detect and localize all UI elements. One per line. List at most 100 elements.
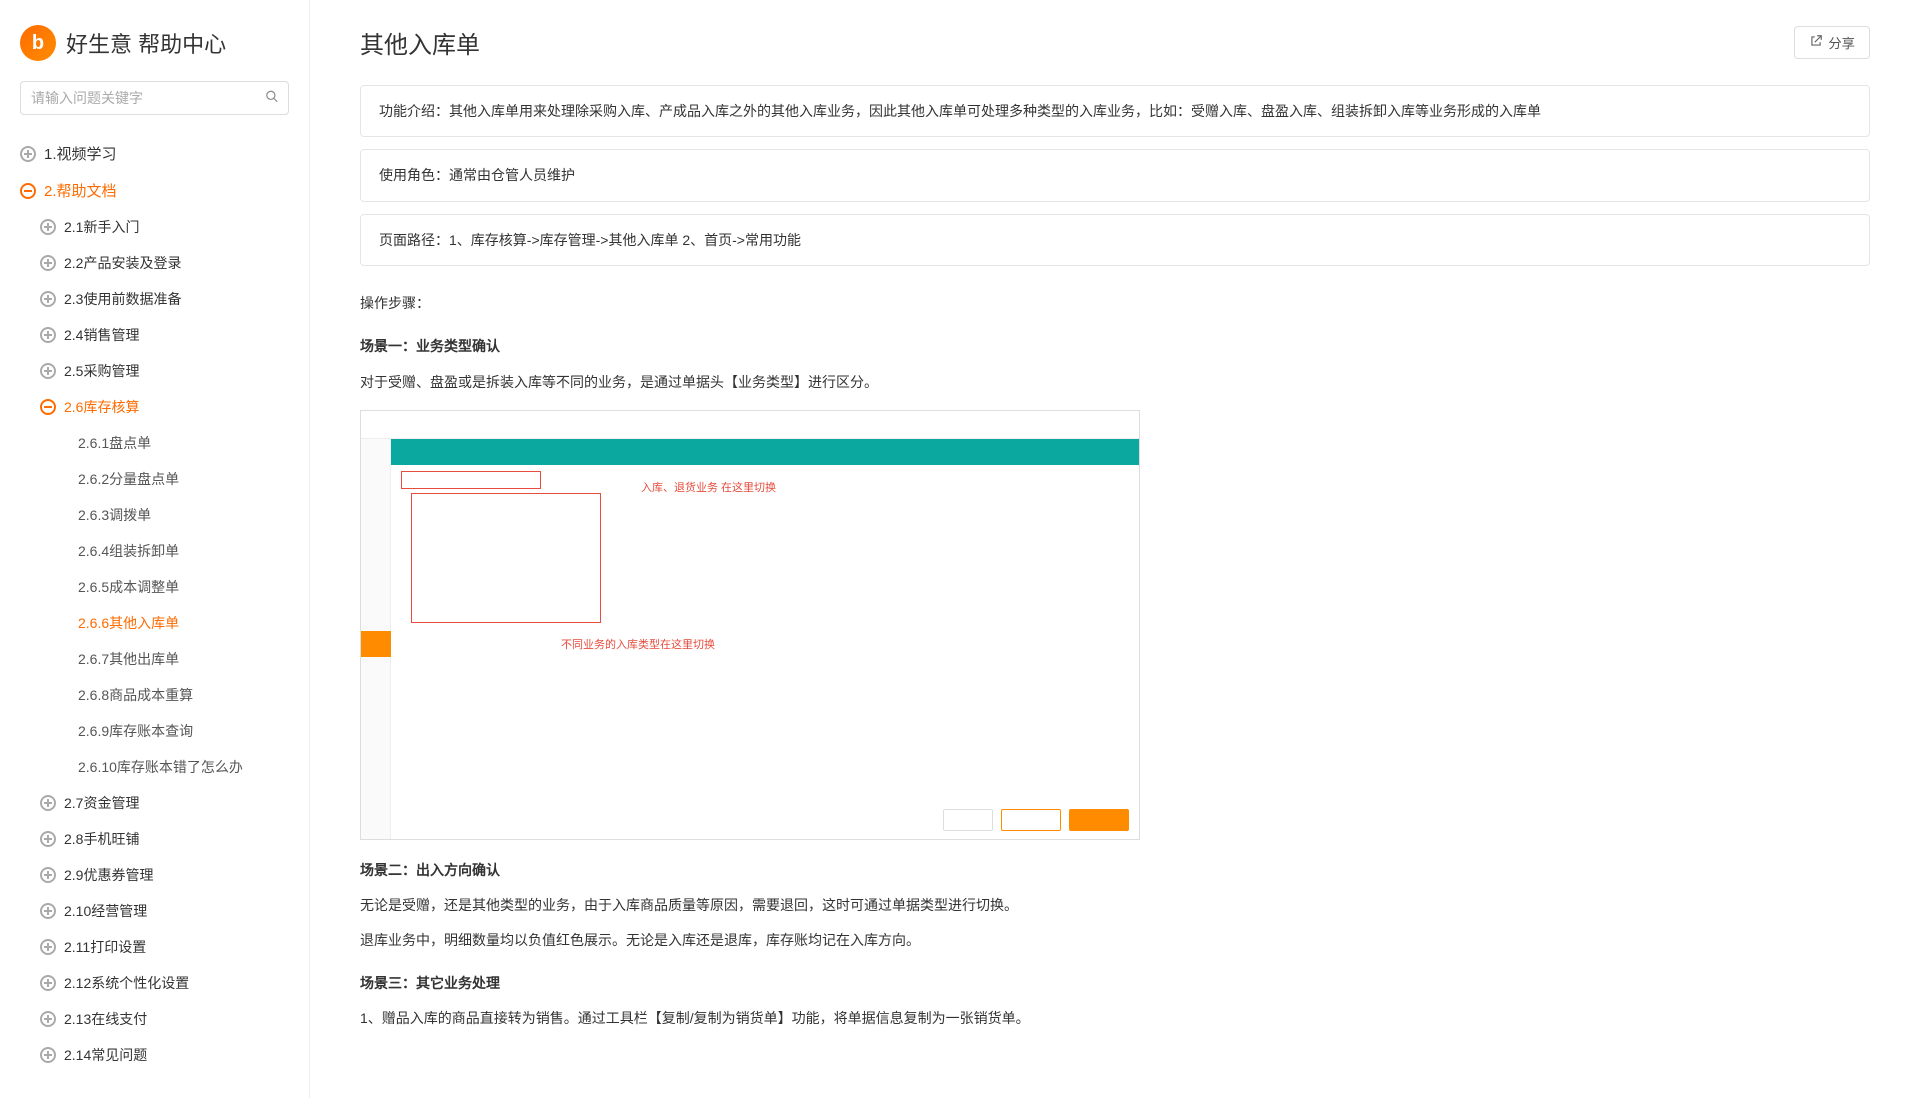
nav-label: 2.6.9库存账本查询 — [78, 721, 193, 741]
share-button[interactable]: 分享 — [1794, 26, 1870, 59]
scene3-title: 场景三：其它业务处理 — [360, 971, 1870, 996]
nav-label: 2.6.7其他出库单 — [78, 649, 179, 669]
nav-item-269[interactable]: 2.6.9库存账本查询 — [20, 713, 289, 749]
plus-icon — [40, 1047, 56, 1063]
page-header: 其他入库单 分享 — [360, 25, 1870, 60]
screenshot-annotation-1: 入库、退货业务 在这里切换 — [641, 479, 776, 495]
nav-label: 2.6.2分量盘点单 — [78, 469, 179, 489]
plus-icon — [40, 1011, 56, 1027]
plus-icon — [40, 939, 56, 955]
sidebar: b 好生意 帮助中心 1.视频学习 2.帮助文档 2.1新手入门 2.2产品安装… — [0, 0, 310, 1098]
plus-icon — [40, 291, 56, 307]
nav-label: 1.视频学习 — [44, 143, 117, 164]
path-text: 1、库存核算->库存管理->其他入库单 2、首页->常用功能 — [449, 232, 801, 248]
page-title: 其他入库单 — [360, 25, 480, 60]
nav-label: 2.13在线支付 — [64, 1009, 147, 1029]
nav-label: 2.2产品安装及登录 — [64, 253, 181, 273]
nav-label: 2.9优惠券管理 — [64, 865, 153, 885]
nav-label: 2.帮助文档 — [44, 180, 117, 201]
path-label: 页面路径： — [379, 232, 449, 248]
minus-icon — [20, 183, 36, 199]
nav-item-27[interactable]: 2.7资金管理 — [20, 785, 289, 821]
content-section: 操作步骤： 场景一：业务类型确认 对于受赠、盘盈或是拆装入库等不同的业务，是通过… — [360, 291, 1870, 1032]
nav-label: 2.3使用前数据准备 — [64, 289, 181, 309]
path-box: 页面路径：1、库存核算->库存管理->其他入库单 2、首页->常用功能 — [360, 214, 1870, 266]
scene3-p1: 1、赠品入库的商品直接转为销售。通过工具栏【复制/复制为销货单】功能，将单据信息… — [360, 1006, 1870, 1031]
nav-item-22[interactable]: 2.2产品安装及登录 — [20, 245, 289, 281]
logo-icon: b — [20, 25, 56, 61]
nav-item-docs[interactable]: 2.帮助文档 — [20, 172, 289, 209]
search-input[interactable] — [20, 81, 289, 115]
share-icon — [1809, 34, 1823, 51]
nav-label: 2.12系统个性化设置 — [64, 973, 189, 993]
nav-item-210[interactable]: 2.10经营管理 — [20, 893, 289, 929]
plus-icon — [40, 867, 56, 883]
plus-icon — [40, 903, 56, 919]
nav-label: 2.6.4组装拆卸单 — [78, 541, 179, 561]
nav-item-264[interactable]: 2.6.4组装拆卸单 — [20, 533, 289, 569]
nav-item-261[interactable]: 2.6.1盘点单 — [20, 425, 289, 461]
steps-label: 操作步骤： — [360, 291, 1870, 316]
nav-item-212[interactable]: 2.12系统个性化设置 — [20, 965, 289, 1001]
nav-item-25[interactable]: 2.5采购管理 — [20, 353, 289, 389]
nav-item-268[interactable]: 2.6.8商品成本重算 — [20, 677, 289, 713]
embedded-screenshot: 入库、退货业务 在这里切换 不同业务的入库类型在这里切换 — [360, 410, 1140, 840]
nav-item-267[interactable]: 2.6.7其他出库单 — [20, 641, 289, 677]
nav-label: 2.7资金管理 — [64, 793, 139, 813]
nav-item-213[interactable]: 2.13在线支付 — [20, 1001, 289, 1037]
nav-item-211[interactable]: 2.11打印设置 — [20, 929, 289, 965]
logo-row: b 好生意 帮助中心 — [20, 25, 289, 61]
scene2-p1: 无论是受赠，还是其他类型的业务，由于入库商品质量等原因，需要退回，这时可通过单据… — [360, 893, 1870, 918]
role-text: 通常由仓管人员维护 — [449, 167, 575, 183]
nav-item-28[interactable]: 2.8手机旺铺 — [20, 821, 289, 857]
main-content: 其他入库单 分享 功能介绍：其他入库单用来处理除采购入库、产成品入库之外的其他入… — [310, 0, 1920, 1098]
plus-icon — [40, 831, 56, 847]
scene1-text: 对于受赠、盘盈或是拆装入库等不同的业务，是通过单据头【业务类型】进行区分。 — [360, 370, 1870, 395]
plus-icon — [40, 255, 56, 271]
nav-label: 2.6.5成本调整单 — [78, 577, 179, 597]
nav-item-214[interactable]: 2.14常见问题 — [20, 1037, 289, 1073]
nav-label: 2.10经营管理 — [64, 901, 147, 921]
nav-item-266[interactable]: 2.6.6其他入库单 — [20, 605, 289, 641]
nav-label: 2.14常见问题 — [64, 1045, 147, 1065]
search-icon[interactable] — [265, 90, 279, 107]
plus-icon — [20, 146, 36, 162]
nav-item-video[interactable]: 1.视频学习 — [20, 135, 289, 172]
nav-label: 2.4销售管理 — [64, 325, 139, 345]
plus-icon — [40, 327, 56, 343]
nav-label: 2.6.3调拨单 — [78, 505, 151, 525]
nav-label: 2.6.10库存账本错了怎么办 — [78, 757, 243, 777]
plus-icon — [40, 219, 56, 235]
nav-item-26[interactable]: 2.6库存核算 — [20, 389, 289, 425]
plus-icon — [40, 975, 56, 991]
role-box: 使用角色：通常由仓管人员维护 — [360, 149, 1870, 201]
nav-label: 2.5采购管理 — [64, 361, 139, 381]
plus-icon — [40, 795, 56, 811]
role-label: 使用角色： — [379, 167, 449, 183]
nav-label: 2.8手机旺铺 — [64, 829, 139, 849]
nav-item-23[interactable]: 2.3使用前数据准备 — [20, 281, 289, 317]
nav-item-21[interactable]: 2.1新手入门 — [20, 209, 289, 245]
minus-icon — [40, 399, 56, 415]
site-title: 好生意 帮助中心 — [66, 27, 226, 59]
scene2-p2: 退库业务中，明细数量均以负值红色展示。无论是入库还是退库，库存账均记在入库方向。 — [360, 928, 1870, 953]
nav-label: 2.6.6其他入库单 — [78, 613, 179, 633]
intro-label: 功能介绍： — [379, 103, 449, 119]
nav-item-29[interactable]: 2.9优惠券管理 — [20, 857, 289, 893]
nav-label: 2.6.1盘点单 — [78, 433, 151, 453]
nav-item-263[interactable]: 2.6.3调拨单 — [20, 497, 289, 533]
screenshot-annotation-2: 不同业务的入库类型在这里切换 — [561, 636, 715, 652]
intro-text: 其他入库单用来处理除采购入库、产成品入库之外的其他入库业务，因此其他入库单可处理… — [449, 103, 1541, 119]
nav-item-2610[interactable]: 2.6.10库存账本错了怎么办 — [20, 749, 289, 785]
scene2-title: 场景二：出入方向确认 — [360, 858, 1870, 883]
nav-label: 2.1新手入门 — [64, 217, 139, 237]
nav-item-262[interactable]: 2.6.2分量盘点单 — [20, 461, 289, 497]
share-label: 分享 — [1828, 33, 1855, 52]
logo-char: b — [32, 32, 44, 55]
nav-item-265[interactable]: 2.6.5成本调整单 — [20, 569, 289, 605]
nav-label: 2.11打印设置 — [64, 937, 146, 957]
scene1-title: 场景一：业务类型确认 — [360, 334, 1870, 359]
search-wrap — [20, 81, 289, 115]
nav-label: 2.6.8商品成本重算 — [78, 685, 193, 705]
nav-item-24[interactable]: 2.4销售管理 — [20, 317, 289, 353]
